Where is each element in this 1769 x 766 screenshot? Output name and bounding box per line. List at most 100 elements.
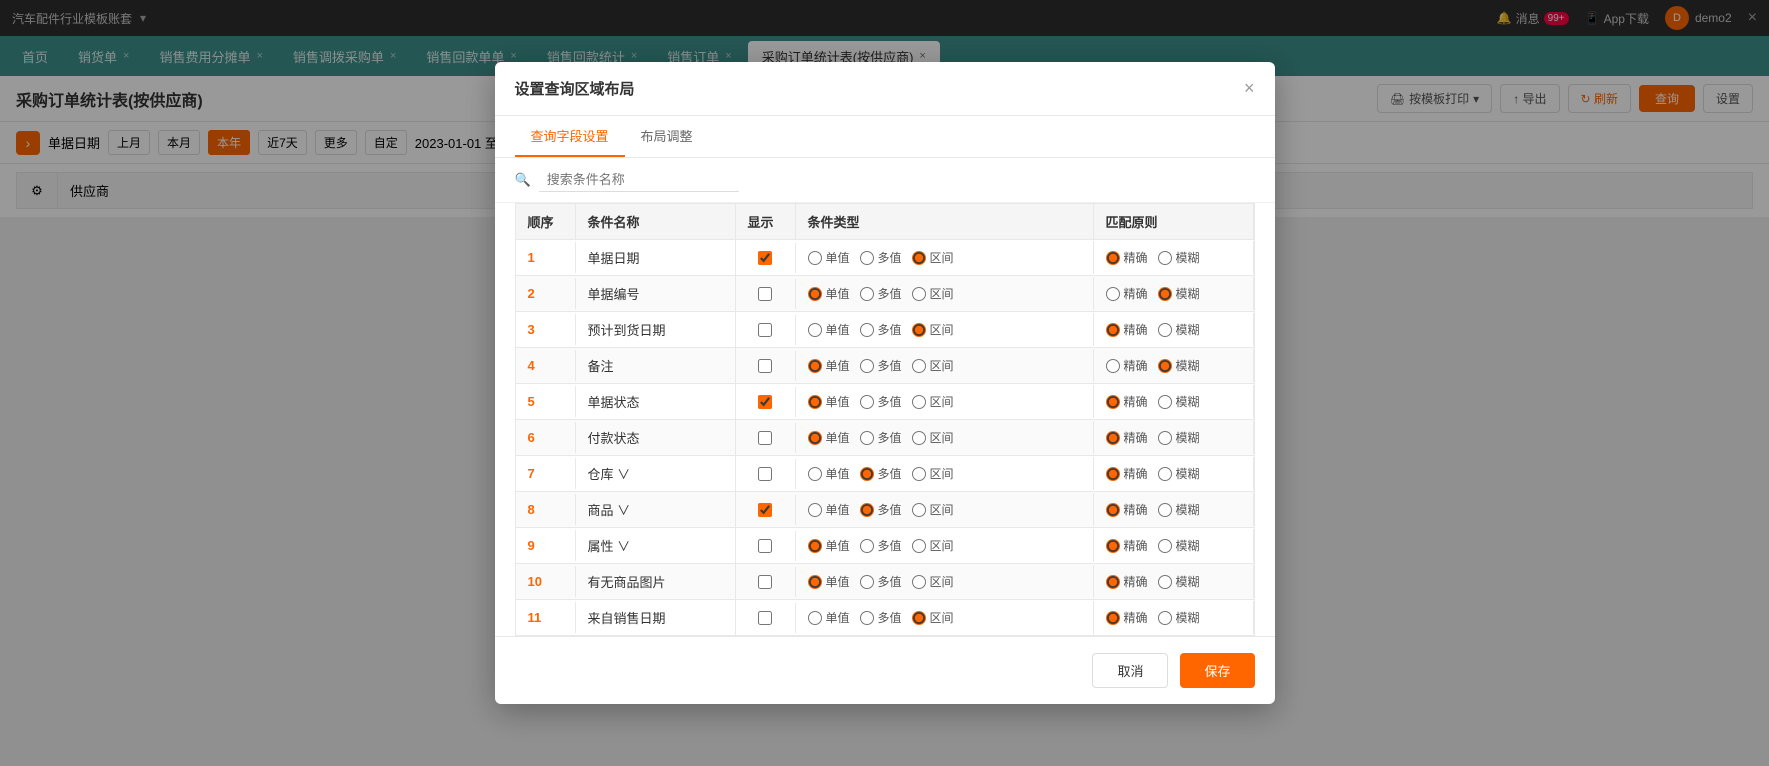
type-single-3[interactable] [808, 359, 822, 373]
type-multi-label-9[interactable]: 多值 [860, 573, 902, 590]
type-range-label-2[interactable]: 区间 [912, 321, 954, 338]
display-checkbox-2[interactable] [758, 323, 772, 337]
match-fuzzy-0[interactable] [1158, 251, 1172, 265]
match-fuzzy-label-5[interactable]: 模糊 [1158, 429, 1200, 446]
match-fuzzy-label-7[interactable]: 模糊 [1158, 501, 1200, 518]
type-range-3[interactable] [912, 359, 926, 373]
match-exact-2[interactable] [1106, 323, 1120, 337]
type-single-label-2[interactable]: 单值 [808, 321, 850, 338]
match-fuzzy-label-6[interactable]: 模糊 [1158, 465, 1200, 482]
match-exact-label-9[interactable]: 精确 [1106, 573, 1148, 590]
dialog-close-button[interactable]: × [1244, 78, 1255, 99]
row-display-1[interactable] [736, 279, 796, 309]
type-multi-8[interactable] [860, 539, 874, 553]
match-exact-label-10[interactable]: 精确 [1106, 609, 1148, 626]
type-range-label-5[interactable]: 区间 [912, 429, 954, 446]
type-range-label-10[interactable]: 区间 [912, 609, 954, 626]
type-multi-label-4[interactable]: 多值 [860, 393, 902, 410]
type-multi-0[interactable] [860, 251, 874, 265]
match-exact-9[interactable] [1106, 575, 1120, 589]
type-range-6[interactable] [912, 467, 926, 481]
type-range-label-9[interactable]: 区间 [912, 573, 954, 590]
type-single-label-5[interactable]: 单值 [808, 429, 850, 446]
match-exact-10[interactable] [1106, 611, 1120, 625]
type-multi-5[interactable] [860, 431, 874, 445]
type-single-label-9[interactable]: 单值 [808, 573, 850, 590]
type-single-label-7[interactable]: 单值 [808, 501, 850, 518]
type-multi-10[interactable] [860, 611, 874, 625]
row-display-6[interactable] [736, 459, 796, 489]
type-single-8[interactable] [808, 539, 822, 553]
display-checkbox-7[interactable] [758, 503, 772, 517]
match-exact-label-7[interactable]: 精确 [1106, 501, 1148, 518]
row-display-10[interactable] [736, 603, 796, 633]
type-multi-label-1[interactable]: 多值 [860, 285, 902, 302]
type-single-1[interactable] [808, 287, 822, 301]
dialog-tab-fields[interactable]: 查询字段设置 [515, 116, 625, 157]
display-checkbox-5[interactable] [758, 431, 772, 445]
type-single-4[interactable] [808, 395, 822, 409]
type-range-1[interactable] [912, 287, 926, 301]
display-checkbox-10[interactable] [758, 611, 772, 625]
match-exact-8[interactable] [1106, 539, 1120, 553]
display-checkbox-0[interactable] [758, 251, 772, 265]
type-single-label-3[interactable]: 单值 [808, 357, 850, 374]
type-multi-1[interactable] [860, 287, 874, 301]
row-display-3[interactable] [736, 351, 796, 381]
match-fuzzy-1[interactable] [1158, 287, 1172, 301]
type-range-5[interactable] [912, 431, 926, 445]
save-button[interactable]: 保存 [1180, 653, 1254, 688]
match-exact-label-6[interactable]: 精确 [1106, 465, 1148, 482]
display-checkbox-6[interactable] [758, 467, 772, 481]
match-exact-label-2[interactable]: 精确 [1106, 321, 1148, 338]
type-multi-2[interactable] [860, 323, 874, 337]
type-range-label-8[interactable]: 区间 [912, 537, 954, 554]
type-single-7[interactable] [808, 503, 822, 517]
match-exact-label-1[interactable]: 精确 [1106, 285, 1148, 302]
match-fuzzy-6[interactable] [1158, 467, 1172, 481]
type-multi-label-3[interactable]: 多值 [860, 357, 902, 374]
match-exact-1[interactable] [1106, 287, 1120, 301]
type-multi-label-5[interactable]: 多值 [860, 429, 902, 446]
type-multi-3[interactable] [860, 359, 874, 373]
match-fuzzy-label-1[interactable]: 模糊 [1158, 285, 1200, 302]
type-multi-7[interactable] [860, 503, 874, 517]
type-single-6[interactable] [808, 467, 822, 481]
match-fuzzy-label-4[interactable]: 模糊 [1158, 393, 1200, 410]
match-fuzzy-5[interactable] [1158, 431, 1172, 445]
type-range-label-1[interactable]: 区间 [912, 285, 954, 302]
match-exact-label-8[interactable]: 精确 [1106, 537, 1148, 554]
type-single-9[interactable] [808, 575, 822, 589]
match-fuzzy-label-3[interactable]: 模糊 [1158, 357, 1200, 374]
display-checkbox-3[interactable] [758, 359, 772, 373]
display-checkbox-8[interactable] [758, 539, 772, 553]
type-single-label-0[interactable]: 单值 [808, 249, 850, 266]
type-multi-label-6[interactable]: 多值 [860, 465, 902, 482]
type-multi-label-0[interactable]: 多值 [860, 249, 902, 266]
match-fuzzy-label-0[interactable]: 模糊 [1158, 249, 1200, 266]
match-exact-label-3[interactable]: 精确 [1106, 357, 1148, 374]
display-checkbox-1[interactable] [758, 287, 772, 301]
type-range-8[interactable] [912, 539, 926, 553]
match-exact-5[interactable] [1106, 431, 1120, 445]
type-range-7[interactable] [912, 503, 926, 517]
type-multi-label-2[interactable]: 多值 [860, 321, 902, 338]
match-exact-label-0[interactable]: 精确 [1106, 249, 1148, 266]
match-fuzzy-label-2[interactable]: 模糊 [1158, 321, 1200, 338]
row-display-2[interactable] [736, 315, 796, 345]
match-fuzzy-7[interactable] [1158, 503, 1172, 517]
match-fuzzy-label-8[interactable]: 模糊 [1158, 537, 1200, 554]
type-single-label-6[interactable]: 单值 [808, 465, 850, 482]
type-single-label-10[interactable]: 单值 [808, 609, 850, 626]
match-exact-7[interactable] [1106, 503, 1120, 517]
type-range-label-7[interactable]: 区间 [912, 501, 954, 518]
search-input[interactable] [539, 168, 739, 192]
row-display-5[interactable] [736, 423, 796, 453]
type-multi-6[interactable] [860, 467, 874, 481]
type-single-10[interactable] [808, 611, 822, 625]
type-single-label-1[interactable]: 单值 [808, 285, 850, 302]
match-exact-label-4[interactable]: 精确 [1106, 393, 1148, 410]
match-exact-6[interactable] [1106, 467, 1120, 481]
display-checkbox-9[interactable] [758, 575, 772, 589]
match-fuzzy-4[interactable] [1158, 395, 1172, 409]
